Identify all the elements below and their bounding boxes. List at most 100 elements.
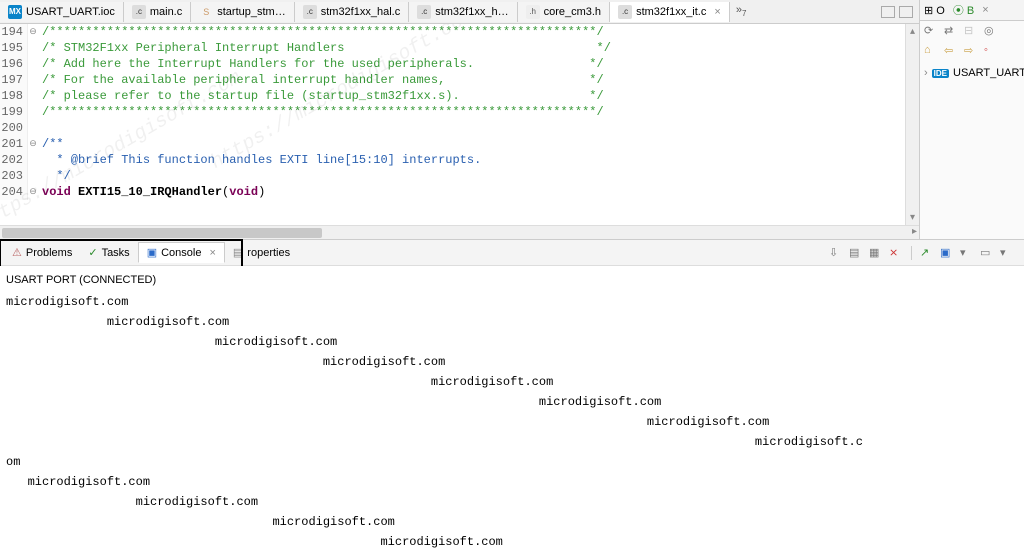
maximize-icon[interactable] bbox=[899, 6, 913, 18]
scroll-up-icon[interactable]: ▴ bbox=[910, 24, 915, 39]
fold-marker-icon bbox=[28, 56, 38, 72]
code-editor[interactable]: https://microdigisoft.com 2023/3/22 12:5… bbox=[0, 24, 905, 225]
line-number: 195 bbox=[0, 40, 28, 56]
code-text: /* For the available peripheral interrup… bbox=[38, 72, 604, 88]
editor-tab-3[interactable]: .c stm32f1xx_hal.c bbox=[295, 2, 409, 22]
code-text: void EXTI15_10_IRQHandler(void) bbox=[38, 184, 265, 200]
code-line[interactable]: 197 /* For the available peripheral inter… bbox=[0, 72, 905, 88]
home-icon[interactable]: ⌂ bbox=[924, 44, 938, 58]
console-title: USART PORT (CONNECTED) bbox=[6, 270, 1018, 292]
code-line[interactable]: 203 */ bbox=[0, 168, 905, 184]
console-view[interactable]: USART PORT (CONNECTED) microdigisoft.com… bbox=[0, 266, 1024, 553]
bottom-tab-label: Tasks bbox=[102, 247, 130, 259]
ide-icon: IDE bbox=[932, 69, 949, 78]
back-icon[interactable]: ⇦ bbox=[944, 44, 958, 58]
fold-marker-icon bbox=[28, 40, 38, 56]
code-text: /* STM32F1xx Peripheral Interrupt Handle… bbox=[38, 40, 611, 56]
code-line[interactable]: 195 /* STM32F1xx Peripheral Interrupt Han… bbox=[0, 40, 905, 56]
tab-overflow-button[interactable]: »7 bbox=[730, 1, 753, 21]
code-line[interactable]: 202 * @brief This function handles EXTI … bbox=[0, 152, 905, 168]
close-icon[interactable]: × bbox=[714, 6, 720, 18]
refresh-icon[interactable]: ⟳ bbox=[924, 24, 938, 38]
tab-label: main.c bbox=[150, 6, 182, 18]
outline-panel: ⊞ O ⦿ B × ⟳ ⇄ ⊟ ◎ ⌂ ⇦ ⇨ ◦ › IDE USART_UA… bbox=[919, 0, 1024, 239]
code-line[interactable]: 201⊖/** bbox=[0, 136, 905, 152]
code-text: */ bbox=[38, 168, 71, 184]
line-number: 203 bbox=[0, 168, 28, 184]
code-line[interactable]: 196/* Add here the Interrupt Handlers fo… bbox=[0, 56, 905, 72]
fold-marker-icon bbox=[28, 120, 38, 136]
bottom-tab-roperties[interactable]: ▤roperties bbox=[225, 243, 298, 262]
line-number: 202 bbox=[0, 152, 28, 168]
editor-tab-2[interactable]: Sstartup_stm… bbox=[191, 2, 294, 22]
dropdown-icon[interactable]: ▾ bbox=[960, 246, 974, 260]
code-line[interactable]: 204⊖void EXTI15_10_IRQHandler(void) bbox=[0, 184, 905, 200]
editor-tab-6[interactable]: .cstm32f1xx_it.c× bbox=[610, 2, 730, 22]
hscroll-thumb[interactable] bbox=[2, 228, 322, 238]
open-console-icon[interactable]: ▤ bbox=[849, 246, 863, 260]
tasks-icon: ✓ bbox=[88, 246, 97, 259]
fold-marker-icon[interactable]: ⊖ bbox=[28, 136, 38, 152]
stop-icon[interactable]: ◦ bbox=[984, 44, 998, 58]
c-icon: .c bbox=[417, 5, 431, 19]
editor-window-controls bbox=[875, 4, 919, 20]
tab-label: stm32f1xx_h… bbox=[435, 6, 508, 18]
build-tab[interactable]: ⦿ B bbox=[953, 2, 974, 18]
close-icon[interactable]: × bbox=[209, 247, 215, 259]
editor-tab-5[interactable]: .hcore_cm3.h bbox=[518, 2, 610, 22]
line-number: 199 bbox=[0, 104, 28, 120]
bottom-tab-tasks[interactable]: ✓ Tasks bbox=[80, 243, 137, 262]
editor-tab-1[interactable]: .c main.c bbox=[124, 2, 191, 22]
tab-label: stm32f1xx_hal.c bbox=[321, 6, 400, 18]
display-icon[interactable]: ▦ bbox=[869, 246, 883, 260]
scroll-down-icon[interactable]: ▾ bbox=[910, 210, 915, 225]
code-line[interactable]: 194⊖/***********************************… bbox=[0, 24, 905, 40]
code-line[interactable]: 198/* please refer to the startup file (… bbox=[0, 88, 905, 104]
export-icon[interactable]: ↗ bbox=[920, 246, 934, 260]
c-icon: .c bbox=[618, 5, 632, 19]
bottom-tab-label: Problems bbox=[26, 247, 72, 259]
code-text: /***************************************… bbox=[38, 24, 604, 40]
code-line[interactable]: 199 /************************************… bbox=[0, 104, 905, 120]
project-tree[interactable]: › IDE USART_UART bbox=[920, 61, 1024, 85]
code-text: /* please refer to the startup file (sta… bbox=[38, 88, 604, 104]
bottom-tab-console[interactable]: ▣Console× bbox=[138, 242, 225, 263]
code-text: /***************************************… bbox=[38, 104, 604, 120]
fold-marker-icon[interactable]: ⊖ bbox=[28, 24, 38, 40]
editor-tab-0[interactable]: MXUSART_UART.ioc bbox=[0, 2, 124, 22]
new-console-icon[interactable]: ▭ bbox=[980, 246, 994, 260]
code-line[interactable]: 200 bbox=[0, 120, 905, 136]
terminal-icon[interactable]: ▣ bbox=[940, 246, 954, 260]
disconnect-icon[interactable]: ⨯ bbox=[889, 246, 903, 260]
dropdown2-icon[interactable]: ▾ bbox=[1000, 246, 1014, 260]
bottom-tab-problems[interactable]: ⚠ Problems bbox=[4, 243, 80, 262]
code-text: * @brief This function handles EXTI line… bbox=[38, 152, 481, 168]
horizontal-scrollbar[interactable]: ▸ bbox=[0, 225, 919, 239]
vertical-scrollbar[interactable]: ▴ ▾ bbox=[905, 24, 919, 225]
fold-marker-icon[interactable]: ⊖ bbox=[28, 184, 38, 200]
problems-icon: ⚠ bbox=[12, 246, 22, 259]
close-icon[interactable]: × bbox=[982, 4, 988, 16]
s-icon: S bbox=[199, 5, 213, 19]
roperties-icon: ▤ bbox=[233, 246, 243, 259]
collapse-icon[interactable]: ⊟ bbox=[964, 24, 978, 38]
line-number: 194 bbox=[0, 24, 28, 40]
line-number: 197 bbox=[0, 72, 28, 88]
tree-root-label: USART_UART bbox=[953, 67, 1024, 79]
line-number: 201 bbox=[0, 136, 28, 152]
editor-tab-bar: MXUSART_UART.ioc .c main.c Sstartup_stm… .c s… bbox=[0, 0, 919, 24]
c-icon: .c bbox=[303, 5, 317, 19]
minimize-icon[interactable] bbox=[881, 6, 895, 18]
outline-tab[interactable]: ⊞ O bbox=[924, 4, 945, 17]
forward-icon[interactable]: ⇨ bbox=[964, 44, 978, 58]
tree-root-item[interactable]: › IDE USART_UART bbox=[924, 65, 1020, 81]
mx-icon: MX bbox=[8, 5, 22, 19]
c-icon: .c bbox=[132, 5, 146, 19]
tab-label: core_cm3.h bbox=[544, 6, 601, 18]
focus-icon[interactable]: ◎ bbox=[984, 24, 998, 38]
scroll-right-icon[interactable]: ▸ bbox=[912, 226, 917, 237]
editor-tab-4[interactable]: .c stm32f1xx_h… bbox=[409, 2, 517, 22]
link-icon[interactable]: ⇄ bbox=[944, 24, 958, 38]
tab-label: startup_stm… bbox=[217, 6, 285, 18]
pin-icon[interactable]: ⇩ bbox=[829, 246, 843, 260]
